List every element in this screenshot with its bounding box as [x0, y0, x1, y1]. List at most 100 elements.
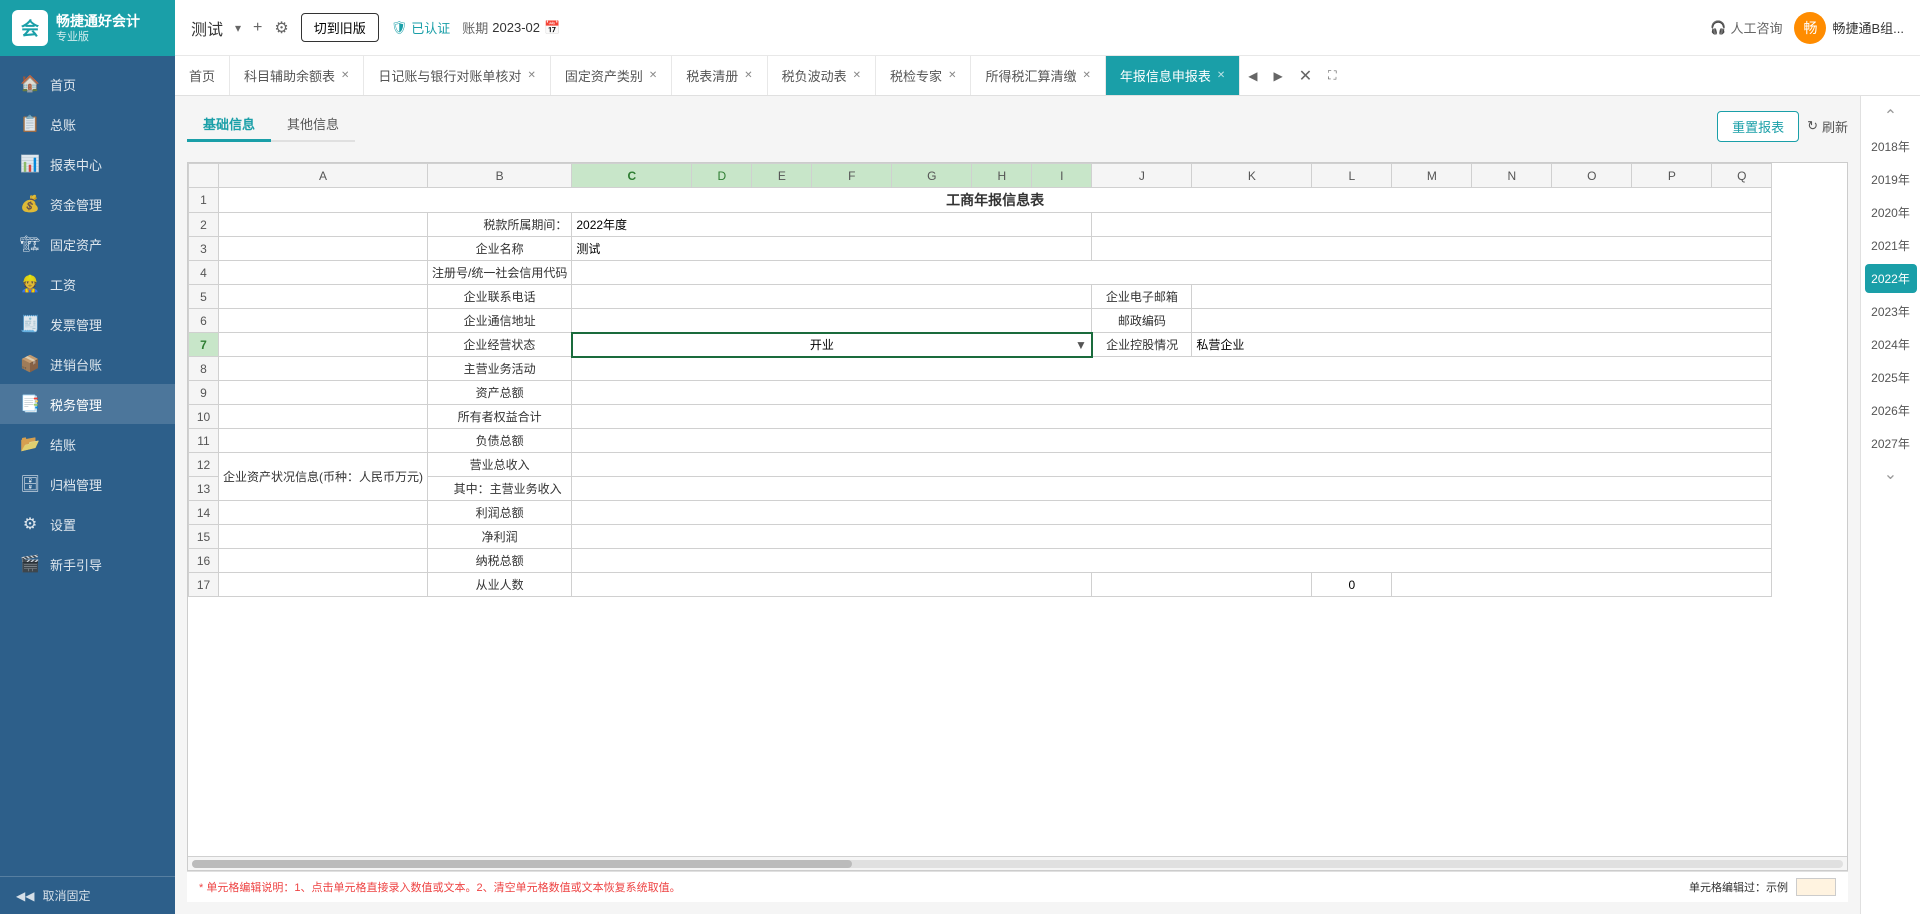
sidebar-item-reports[interactable]: 📊 报表中心: [0, 144, 175, 184]
row6-value2[interactable]: [1192, 309, 1772, 333]
row14-value[interactable]: [572, 501, 1772, 525]
year-item-2024[interactable]: 2024年: [1865, 330, 1917, 359]
col-header-F[interactable]: F: [812, 164, 892, 188]
col-header-N[interactable]: N: [1472, 164, 1552, 188]
col-header-M[interactable]: M: [1392, 164, 1472, 188]
tab-close-icon[interactable]: ✕: [744, 70, 752, 81]
col-header-G[interactable]: G: [892, 164, 972, 188]
row15-value[interactable]: [572, 525, 1772, 549]
topbar-old-version-button[interactable]: 切到旧版: [301, 13, 379, 42]
row16-value[interactable]: [572, 549, 1772, 573]
topbar-service-button[interactable]: 🎧 人工咨询: [1710, 18, 1782, 37]
col-header-C[interactable]: C: [572, 164, 692, 188]
tab-close-icon[interactable]: ✕: [948, 70, 956, 81]
col-header-D[interactable]: D: [692, 164, 752, 188]
row5-value2[interactable]: [1192, 285, 1772, 309]
year-item-2021[interactable]: 2021年: [1865, 231, 1917, 260]
tab-close-icon[interactable]: ✕: [853, 70, 861, 81]
tab-journal-bank[interactable]: 日记账与银行对账单核对 ✕: [364, 56, 550, 95]
tab-close-icon[interactable]: ✕: [341, 70, 349, 81]
tab-expand-button[interactable]: ⛶: [1320, 56, 1344, 95]
tab-close-icon[interactable]: ✕: [1082, 70, 1090, 81]
col-header-K[interactable]: K: [1192, 164, 1312, 188]
topbar-user[interactable]: 畅 畅捷通B组...: [1794, 12, 1904, 44]
row4-value[interactable]: [572, 261, 1772, 285]
col-header-I[interactable]: I: [1032, 164, 1092, 188]
reset-report-button[interactable]: 重置报表: [1717, 111, 1799, 142]
col-header-B[interactable]: B: [428, 164, 572, 188]
sidebar-item-archive[interactable]: 🗄 归档管理: [0, 464, 175, 504]
year-item-2027[interactable]: 2027年: [1865, 429, 1917, 458]
sidebar-item-assets[interactable]: 🏗 固定资产: [0, 224, 175, 264]
row5-value[interactable]: [572, 285, 1092, 309]
sidebar-item-payroll[interactable]: 👷 工资: [0, 264, 175, 304]
sidebar-item-home[interactable]: 🏠 首页: [0, 64, 175, 104]
row8-value[interactable]: [572, 357, 1772, 381]
sidebar-item-tax[interactable]: 📑 税务管理: [0, 384, 175, 424]
sidebar-item-close[interactable]: 📂 结账: [0, 424, 175, 464]
sidebar-item-invoice[interactable]: 🧾 发票管理: [0, 304, 175, 344]
tab-fixed-assets-category[interactable]: 固定资产类别 ✕: [551, 56, 672, 95]
topbar-gear-button[interactable]: ⚙: [274, 18, 288, 38]
year-item-2023[interactable]: 2023年: [1865, 297, 1917, 326]
sidebar-item-ledger[interactable]: 📋 总账: [0, 104, 175, 144]
topbar-add-button[interactable]: +: [253, 19, 262, 37]
tab-nav-next[interactable]: ▶: [1266, 56, 1291, 95]
col-header-A[interactable]: A: [219, 164, 428, 188]
year-item-2022[interactable]: 2022年: [1865, 264, 1917, 293]
horizontal-scrollbar[interactable]: [188, 856, 1847, 870]
refresh-button[interactable]: ↻ 刷新: [1807, 111, 1848, 142]
tab-nav-prev[interactable]: ◀: [1240, 56, 1265, 95]
tab-close-icon[interactable]: ✕: [649, 70, 657, 81]
year-item-2019[interactable]: 2019年: [1865, 165, 1917, 194]
row17-value1[interactable]: [572, 573, 1092, 597]
year-nav-up[interactable]: ⌃: [1880, 102, 1901, 130]
sheet-title-cell[interactable]: 工商年报信息表: [219, 188, 1772, 213]
tab-tax-table[interactable]: 税表清册 ✕: [672, 56, 767, 95]
tab-close-all-button[interactable]: ✕: [1291, 56, 1320, 95]
form-tab-other[interactable]: 其他信息: [271, 108, 355, 142]
sidebar-item-settings[interactable]: ⚙ 设置: [0, 504, 175, 544]
row3-value[interactable]: 测试: [572, 237, 1092, 261]
row6-value[interactable]: [572, 309, 1092, 333]
col-header-H[interactable]: H: [972, 164, 1032, 188]
tab-income-tax[interactable]: 所得税汇算清缴 ✕: [971, 56, 1105, 95]
tab-close-icon[interactable]: ✕: [1217, 70, 1225, 81]
col-header-Q[interactable]: Q: [1712, 164, 1772, 188]
year-item-2018[interactable]: 2018年: [1865, 132, 1917, 161]
sidebar-item-funds[interactable]: 💰 资金管理: [0, 184, 175, 224]
col-header-J[interactable]: J: [1092, 164, 1192, 188]
form-tab-basic[interactable]: 基础信息: [187, 108, 271, 142]
row17-value2[interactable]: [1092, 573, 1312, 597]
tab-subject-balance[interactable]: 科目辅助余额表 ✕: [230, 56, 364, 95]
row17-value3[interactable]: 0: [1312, 573, 1392, 597]
tab-tax-expert[interactable]: 税检专家 ✕: [876, 56, 971, 95]
row13-value[interactable]: [572, 477, 1772, 501]
sidebar-collapse-button[interactable]: ◀◀ 取消固定: [0, 877, 175, 914]
dropdown-arrow-icon[interactable]: ▼: [1071, 338, 1091, 352]
year-item-2025[interactable]: 2025年: [1865, 363, 1917, 392]
sidebar-item-guide[interactable]: 🎬 新手引导: [0, 544, 175, 584]
col-header-E[interactable]: E: [752, 164, 812, 188]
tab-tax-burden[interactable]: 税负波动表 ✕: [768, 56, 876, 95]
row7-value2[interactable]: 私营企业: [1192, 333, 1772, 357]
year-item-2020[interactable]: 2020年: [1865, 198, 1917, 227]
year-nav-down[interactable]: ⌄: [1880, 460, 1901, 488]
calendar-icon[interactable]: 📅: [544, 20, 560, 36]
row11-value[interactable]: [572, 429, 1772, 453]
tab-annual-report[interactable]: 年报信息申报表 ✕: [1106, 56, 1240, 95]
tab-close-icon[interactable]: ✕: [527, 70, 535, 81]
spreadsheet-scroll-area[interactable]: A B C D E F G H I J: [188, 163, 1847, 856]
row9-value[interactable]: [572, 381, 1772, 405]
row10-value[interactable]: [572, 405, 1772, 429]
sidebar-item-sales[interactable]: 📦 进销台账: [0, 344, 175, 384]
col-header-O[interactable]: O: [1552, 164, 1632, 188]
row7-value-cell[interactable]: 开业 ▼: [572, 333, 1092, 357]
year-item-2026[interactable]: 2026年: [1865, 396, 1917, 425]
col-header-P[interactable]: P: [1632, 164, 1712, 188]
col-header-L[interactable]: L: [1312, 164, 1392, 188]
row12-value[interactable]: [572, 453, 1772, 477]
tab-home[interactable]: 首页: [175, 56, 230, 95]
row2-value[interactable]: 2022年度: [572, 213, 1092, 237]
topbar-dropdown-button[interactable]: ▾: [235, 21, 241, 35]
